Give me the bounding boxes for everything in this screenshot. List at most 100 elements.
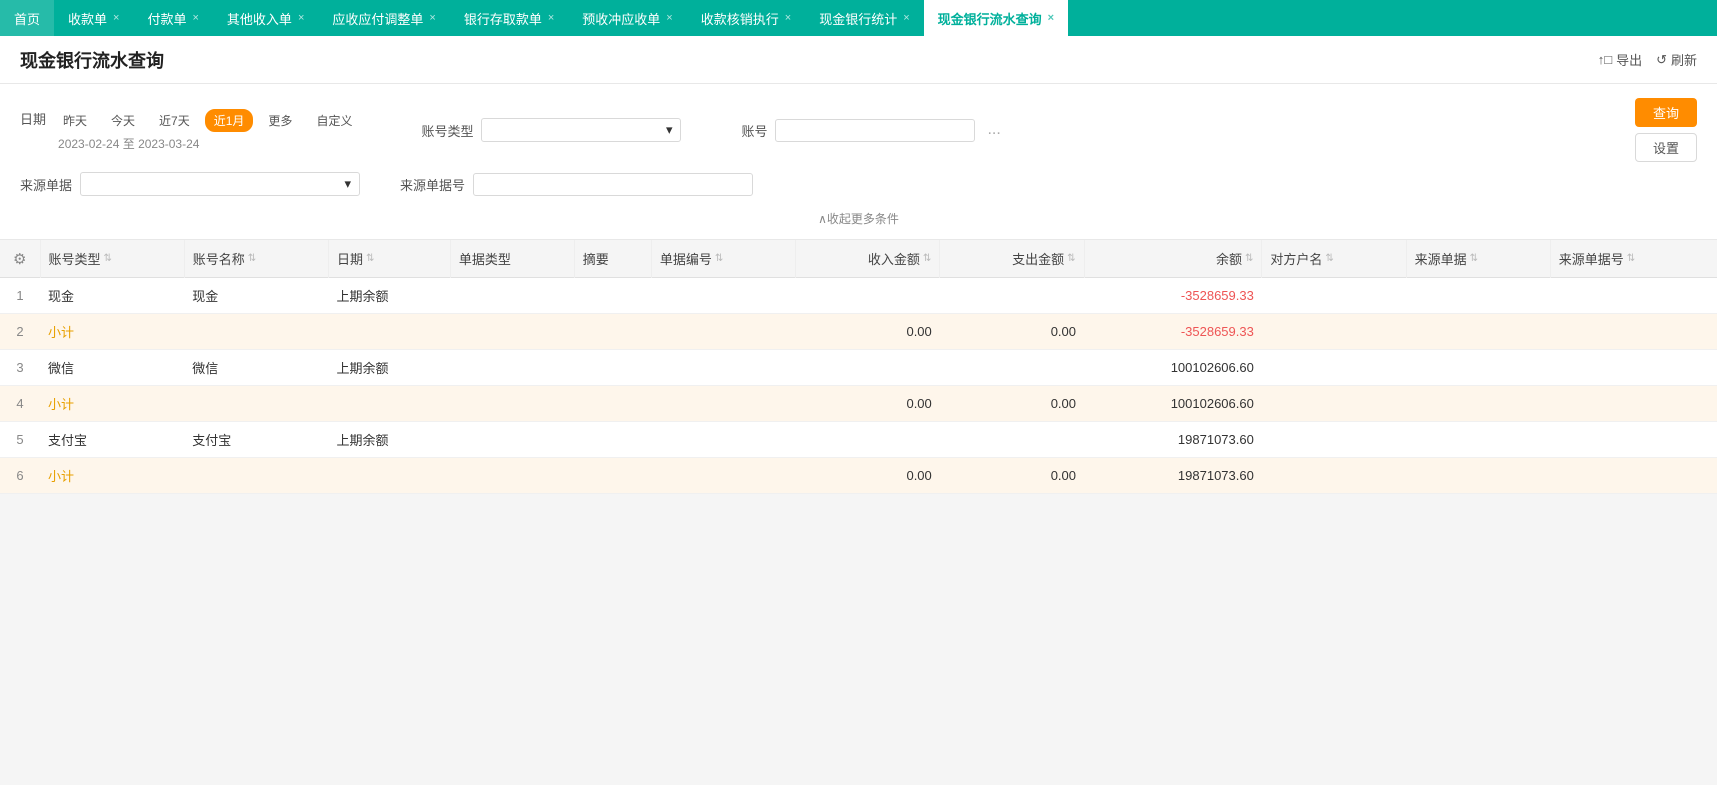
- sort-icon[interactable]: ⇅: [366, 253, 374, 264]
- sort-icon[interactable]: ⇅: [104, 253, 112, 264]
- export-icon: ↑□: [1598, 52, 1612, 67]
- sort-icon[interactable]: ⇅: [1245, 253, 1253, 264]
- source-doc-no-label: 来源单据号: [400, 175, 465, 194]
- query-button[interactable]: 查询: [1635, 98, 1697, 127]
- cell-source-doc: [1406, 278, 1550, 314]
- header-actions: ↑□ 导出 ↺ 刷新: [1598, 50, 1697, 69]
- cell-summary: [574, 422, 651, 458]
- row-num: 4: [0, 386, 40, 422]
- row-num: 1: [0, 278, 40, 314]
- cell-source-doc: [1406, 350, 1550, 386]
- date-btn-1month[interactable]: 近1月: [205, 109, 254, 132]
- col-income: 收入金额 ⇅: [796, 240, 940, 278]
- data-table: ⚙ 账号类型 ⇅ 账号名称 ⇅ 日期: [0, 240, 1717, 494]
- col-source-doc: 来源单据 ⇅: [1406, 240, 1550, 278]
- filter-area: 日期 昨天 今天 近7天 近1月 更多 自定义 2023-02-24 至 202…: [0, 84, 1717, 240]
- account-dots-button[interactable]: ...: [983, 121, 1004, 139]
- cell-doc-no: [651, 314, 795, 350]
- cell-doc-type: [450, 422, 574, 458]
- nav-cash-bank-stat[interactable]: 现金银行统计 ×: [805, 0, 923, 36]
- cell-expense: 0.00: [940, 314, 1084, 350]
- close-icon[interactable]: ×: [548, 12, 554, 24]
- row-num: 5: [0, 422, 40, 458]
- date-btn-more[interactable]: 更多: [259, 109, 301, 132]
- row-num: 3: [0, 350, 40, 386]
- refresh-button[interactable]: ↺ 刷新: [1656, 50, 1697, 69]
- source-doc-label: 来源单据: [20, 175, 72, 194]
- page-title: 现金银行流水查询: [20, 47, 164, 73]
- col-account-name: 账号名称 ⇅: [184, 240, 328, 278]
- date-btn-7days[interactable]: 近7天: [150, 109, 199, 132]
- cell-doc-no: [651, 386, 795, 422]
- close-icon[interactable]: ×: [192, 12, 198, 24]
- settings-button[interactable]: 设置: [1635, 133, 1697, 162]
- date-btn-custom[interactable]: 自定义: [307, 109, 361, 132]
- source-doc-no-input[interactable]: [473, 173, 753, 196]
- nav-collection-exec[interactable]: 收款核销执行 ×: [687, 0, 805, 36]
- cell-source-doc: [1406, 314, 1550, 350]
- close-icon[interactable]: ×: [113, 12, 119, 24]
- cell-account-name: [184, 314, 328, 350]
- cell-expense: [940, 278, 1084, 314]
- col-expense: 支出金额 ⇅: [940, 240, 1084, 278]
- export-button[interactable]: ↑□ 导出: [1598, 50, 1642, 69]
- cell-income: 0.00: [796, 458, 940, 494]
- date-btn-yesterday[interactable]: 昨天: [54, 109, 96, 132]
- cell-summary: [574, 458, 651, 494]
- row-num: 2: [0, 314, 40, 350]
- cell-source-doc-no: [1550, 314, 1717, 350]
- close-icon[interactable]: ×: [903, 12, 909, 24]
- table-row: 2 小计 0.00 0.00 -3528659.33: [0, 314, 1717, 350]
- cell-doc-no: [651, 350, 795, 386]
- nav-home[interactable]: 首页: [0, 0, 54, 36]
- account-type-select[interactable]: ▾: [481, 118, 681, 142]
- col-balance: 余额 ⇅: [1084, 240, 1262, 278]
- collapse-bar[interactable]: ∧ 收起更多条件: [20, 206, 1697, 231]
- nav-advance-offset[interactable]: 预收冲应收单 ×: [568, 0, 686, 36]
- nav-ap-adjust[interactable]: 应收应付调整单 ×: [318, 0, 449, 36]
- sort-icon[interactable]: ⇅: [248, 253, 256, 264]
- cell-income: 0.00: [796, 314, 940, 350]
- nav-cash-bank-flow[interactable]: 现金银行流水查询 ×: [924, 0, 1068, 36]
- col-source-doc-no: 来源单据号 ⇅: [1550, 240, 1717, 278]
- cell-doc-type: [450, 350, 574, 386]
- cell-source-doc-no: [1550, 422, 1717, 458]
- sort-icon[interactable]: ⇅: [1627, 253, 1635, 264]
- close-icon[interactable]: ×: [666, 12, 672, 24]
- cell-income: 0.00: [796, 386, 940, 422]
- close-icon[interactable]: ×: [298, 12, 304, 24]
- cell-balance: 19871073.60: [1084, 458, 1262, 494]
- refresh-icon: ↺: [1656, 52, 1667, 68]
- cell-source-doc: [1406, 458, 1550, 494]
- cell-balance: 100102606.60: [1084, 386, 1262, 422]
- nav-bank-deposit[interactable]: 银行存取款单 ×: [450, 0, 568, 36]
- date-range-display: 2023-02-24 至 2023-03-24: [58, 135, 361, 152]
- account-input[interactable]: [775, 119, 975, 142]
- top-nav: 首页 收款单 × 付款单 × 其他收入单 × 应收应付调整单 × 银行存取款单 …: [0, 0, 1717, 36]
- date-options: 昨天 今天 近7天 近1月 更多 自定义: [54, 109, 361, 132]
- close-icon[interactable]: ×: [1048, 12, 1054, 24]
- cell-doc-type: [450, 314, 574, 350]
- cell-counterpart: [1262, 314, 1406, 350]
- account-label: 账号: [741, 121, 767, 140]
- table-row: 3 微信 微信 上期余额 100102606.60: [0, 350, 1717, 386]
- cell-account-type: 微信: [40, 350, 184, 386]
- nav-other-income[interactable]: 其他收入单 ×: [213, 0, 318, 36]
- date-btn-today[interactable]: 今天: [102, 109, 144, 132]
- nav-receipt[interactable]: 收款单 ×: [54, 0, 133, 36]
- gear-icon[interactable]: ⚙: [13, 251, 26, 268]
- sort-icon[interactable]: ⇅: [1067, 253, 1075, 264]
- cell-account-name: [184, 458, 328, 494]
- cell-balance: 19871073.60: [1084, 422, 1262, 458]
- sort-icon[interactable]: ⇅: [715, 253, 723, 264]
- close-icon[interactable]: ×: [429, 12, 435, 24]
- collapse-up-icon: ∧: [818, 212, 827, 226]
- sort-icon[interactable]: ⇅: [1470, 253, 1478, 264]
- cell-expense: 0.00: [940, 458, 1084, 494]
- sort-icon[interactable]: ⇅: [923, 253, 931, 264]
- close-icon[interactable]: ×: [785, 12, 791, 24]
- cell-date: [328, 458, 450, 494]
- source-doc-select[interactable]: ▾: [80, 172, 360, 196]
- sort-icon[interactable]: ⇅: [1325, 253, 1333, 264]
- nav-payment[interactable]: 付款单 ×: [133, 0, 212, 36]
